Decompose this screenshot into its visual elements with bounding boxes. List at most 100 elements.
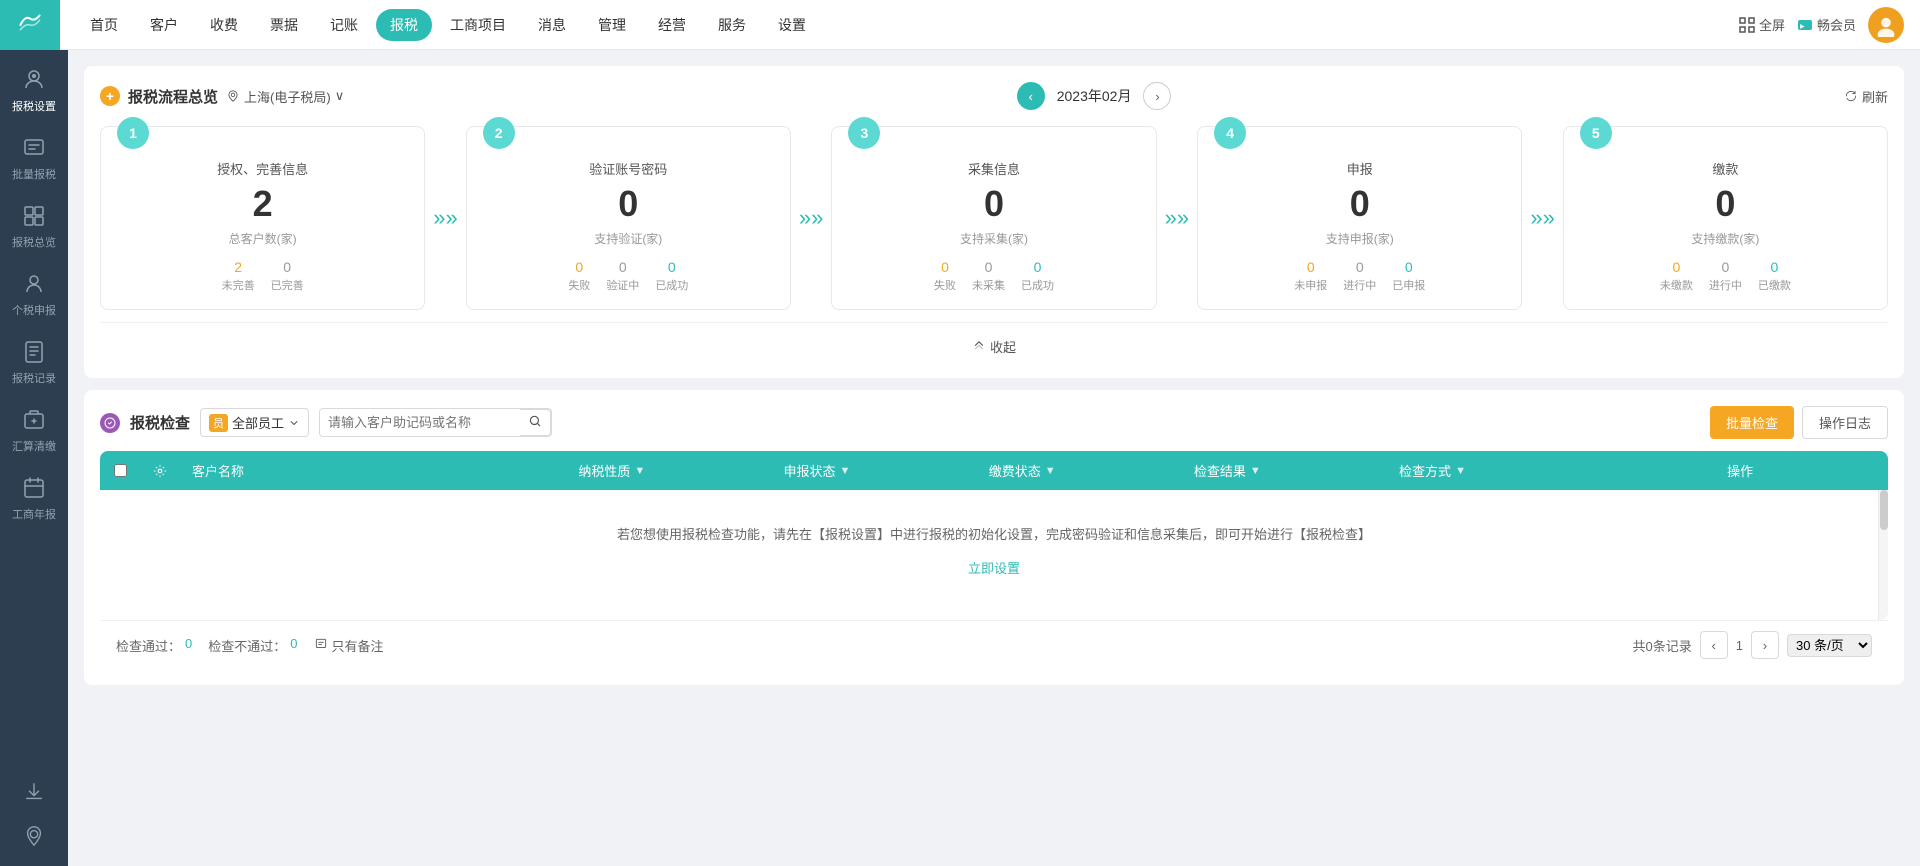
tax-record-icon [20, 338, 48, 366]
stat-item: 0 失败 [568, 259, 590, 293]
stat-item: 2 未完善 [222, 259, 255, 293]
sidebar-item-personal-tax[interactable]: 个税申报 [0, 262, 68, 326]
check-icon [100, 413, 120, 433]
search-container [319, 408, 552, 437]
search-button[interactable] [520, 409, 551, 436]
sidebar-bottom [16, 770, 52, 858]
stat-item: 0 已成功 [1021, 259, 1054, 293]
step-arrow-1: »» [425, 126, 465, 310]
nav-item-home[interactable]: 首页 [76, 9, 132, 41]
sidebar-item-tax-overview[interactable]: 报税总览 [0, 194, 68, 258]
nav-item-settings[interactable]: 设置 [764, 9, 820, 41]
nav-item-customer[interactable]: 客户 [136, 9, 192, 41]
select-all-checkbox[interactable] [114, 464, 127, 477]
step-4-card: 4 申报 0 支持申报(家) 0 未申报 0 进行中 [1197, 126, 1522, 310]
step-2-title: 验证账号密码 [589, 159, 667, 178]
pass-count[interactable]: 0 [185, 636, 192, 655]
step-4-count: 0 [1350, 186, 1370, 222]
refresh-btn[interactable]: 刷新 [1844, 87, 1888, 106]
total-records: 共0条记录 [1633, 636, 1692, 655]
step-2-num: 2 [483, 117, 515, 149]
prev-page-btn[interactable]: ‹ [1700, 631, 1728, 659]
sidebar-item-location[interactable] [16, 814, 52, 858]
next-page-btn[interactable]: › [1751, 631, 1779, 659]
download-icon [20, 778, 48, 806]
footer-fail: 检查不通过： 0 [208, 636, 297, 655]
footer-stats: 检查通过： 0 检查不通过： 0 只有备注 [116, 636, 384, 655]
stat-item: 0 未申报 [1294, 259, 1327, 293]
nav-item-operation[interactable]: 经营 [644, 9, 700, 41]
tax-overview-card: + 报税流程总览 上海(电子税局) ∨ ‹ 2023年02月 › 刷新 [84, 66, 1904, 378]
step-5-num: 5 [1580, 117, 1612, 149]
avatar[interactable] [1868, 7, 1904, 43]
step-4-stats: 0 未申报 0 进行中 0 已申报 [1294, 259, 1425, 293]
collapse-btn[interactable]: 收起 [966, 331, 1022, 362]
stat-item: 0 未缴款 [1660, 259, 1693, 293]
step-3-stats: 0 失败 0 未采集 0 已成功 [934, 259, 1054, 293]
batch-tax-icon [20, 134, 48, 162]
nav-item-invoice[interactable]: 票据 [256, 9, 312, 41]
th-gear [140, 454, 180, 488]
th-declare: 申报状态 ▼ [772, 451, 977, 490]
annual-report-icon [20, 474, 48, 502]
fullscreen-btn[interactable]: 全屏 [1739, 15, 1785, 34]
step-1-num: 1 [117, 117, 149, 149]
sidebar-item-tax-settings[interactable]: 报税设置 [0, 58, 68, 122]
nav-item-service[interactable]: 服务 [704, 9, 760, 41]
th-checkbox [100, 454, 140, 487]
operation-log-btn[interactable]: 操作日志 [1802, 406, 1888, 439]
scrollbar-track[interactable] [1878, 490, 1888, 620]
stat-item: 0 未采集 [972, 259, 1005, 293]
batch-check-btn[interactable]: 批量检查 [1710, 406, 1794, 439]
step-5-card: 5 缴款 0 支持缴款(家) 0 未缴款 0 进行中 [1563, 126, 1888, 310]
stat-item: 0 进行中 [1709, 259, 1742, 293]
sidebar-item-download[interactable] [16, 770, 52, 814]
th-method: 检查方式 ▼ [1387, 451, 1592, 490]
step-4-title: 申报 [1347, 159, 1373, 178]
nav-items: 首页 客户 收费 票据 记账 报税 工商项目 消息 管理 经营 服务 设置 [76, 9, 1739, 41]
step-1-title: 授权、完善信息 [217, 159, 308, 178]
nav-item-message[interactable]: 消息 [524, 9, 580, 41]
nav-item-fees[interactable]: 收费 [196, 9, 252, 41]
step-arrow-2: »» [791, 126, 831, 310]
employee-icon: 员 [209, 414, 228, 432]
footer-remark: 只有备注 [314, 636, 384, 655]
action-buttons: 批量检查 操作日志 [1710, 406, 1888, 439]
sidebar-item-batch-tax[interactable]: 批量报税 [0, 126, 68, 190]
step-1-stats: 2 未完善 0 已完善 [222, 259, 304, 293]
stat-item: 0 验证中 [606, 259, 639, 293]
current-page: 1 [1736, 638, 1743, 653]
location-tag[interactable]: 上海(电子税局) ∨ [226, 87, 344, 106]
employee-filter[interactable]: 员 全部员工 [200, 408, 309, 437]
nav-item-manage[interactable]: 管理 [584, 9, 640, 41]
nav-item-tax[interactable]: 报税 [376, 9, 432, 41]
next-month-btn[interactable]: › [1143, 82, 1171, 110]
step-5-stats: 0 未缴款 0 进行中 0 已缴款 [1660, 259, 1791, 293]
nav-item-accounting[interactable]: 记账 [316, 9, 372, 41]
nav-item-commerce[interactable]: 工商项目 [436, 9, 520, 41]
th-result: 检查结果 ▼ [1182, 451, 1387, 490]
prev-month-btn[interactable]: ‹ [1017, 82, 1045, 110]
content-area: + 报税流程总览 上海(电子税局) ∨ ‹ 2023年02月 › 刷新 [68, 50, 1920, 866]
step-2-stats: 0 失败 0 验证中 0 已成功 [568, 259, 688, 293]
svg-text:▶: ▶ [1800, 24, 1805, 30]
stat-item: 0 已缴款 [1758, 259, 1791, 293]
step-3-title: 采集信息 [968, 159, 1020, 178]
setup-link[interactable]: 立即设置 [968, 558, 1020, 577]
table-empty-state: 若您想使用报税检查功能，请先在【报税设置】中进行报税的初始化设置，完成密码验证和… [100, 490, 1888, 610]
step-2-card: 2 验证账号密码 0 支持验证(家) 0 失败 0 验证中 [466, 126, 791, 310]
fail-count[interactable]: 0 [290, 636, 297, 655]
vip-btn[interactable]: ▶ 畅会员 [1797, 15, 1856, 34]
logo [0, 0, 60, 50]
month-nav: ‹ 2023年02月 › [1017, 82, 1172, 110]
per-page-select[interactable]: 30 条/页 50 条/页 100 条/页 [1787, 634, 1872, 657]
step-1-sub: 总客户数(家) [229, 230, 297, 247]
step-1-card: 1 授权、完善信息 2 总客户数(家) 2 未完善 0 已完善 [100, 126, 425, 310]
search-input[interactable] [320, 411, 520, 434]
sidebar-item-tax-record[interactable]: 报税记录 [0, 330, 68, 394]
step-1-count: 2 [253, 186, 273, 222]
sidebar-item-annual-report[interactable]: 工商年报 [0, 466, 68, 530]
section-title: 报税检查 [130, 412, 190, 433]
sidebar-item-settlement[interactable]: 汇算清缴 [0, 398, 68, 462]
card-title: 报税流程总览 [128, 86, 218, 107]
